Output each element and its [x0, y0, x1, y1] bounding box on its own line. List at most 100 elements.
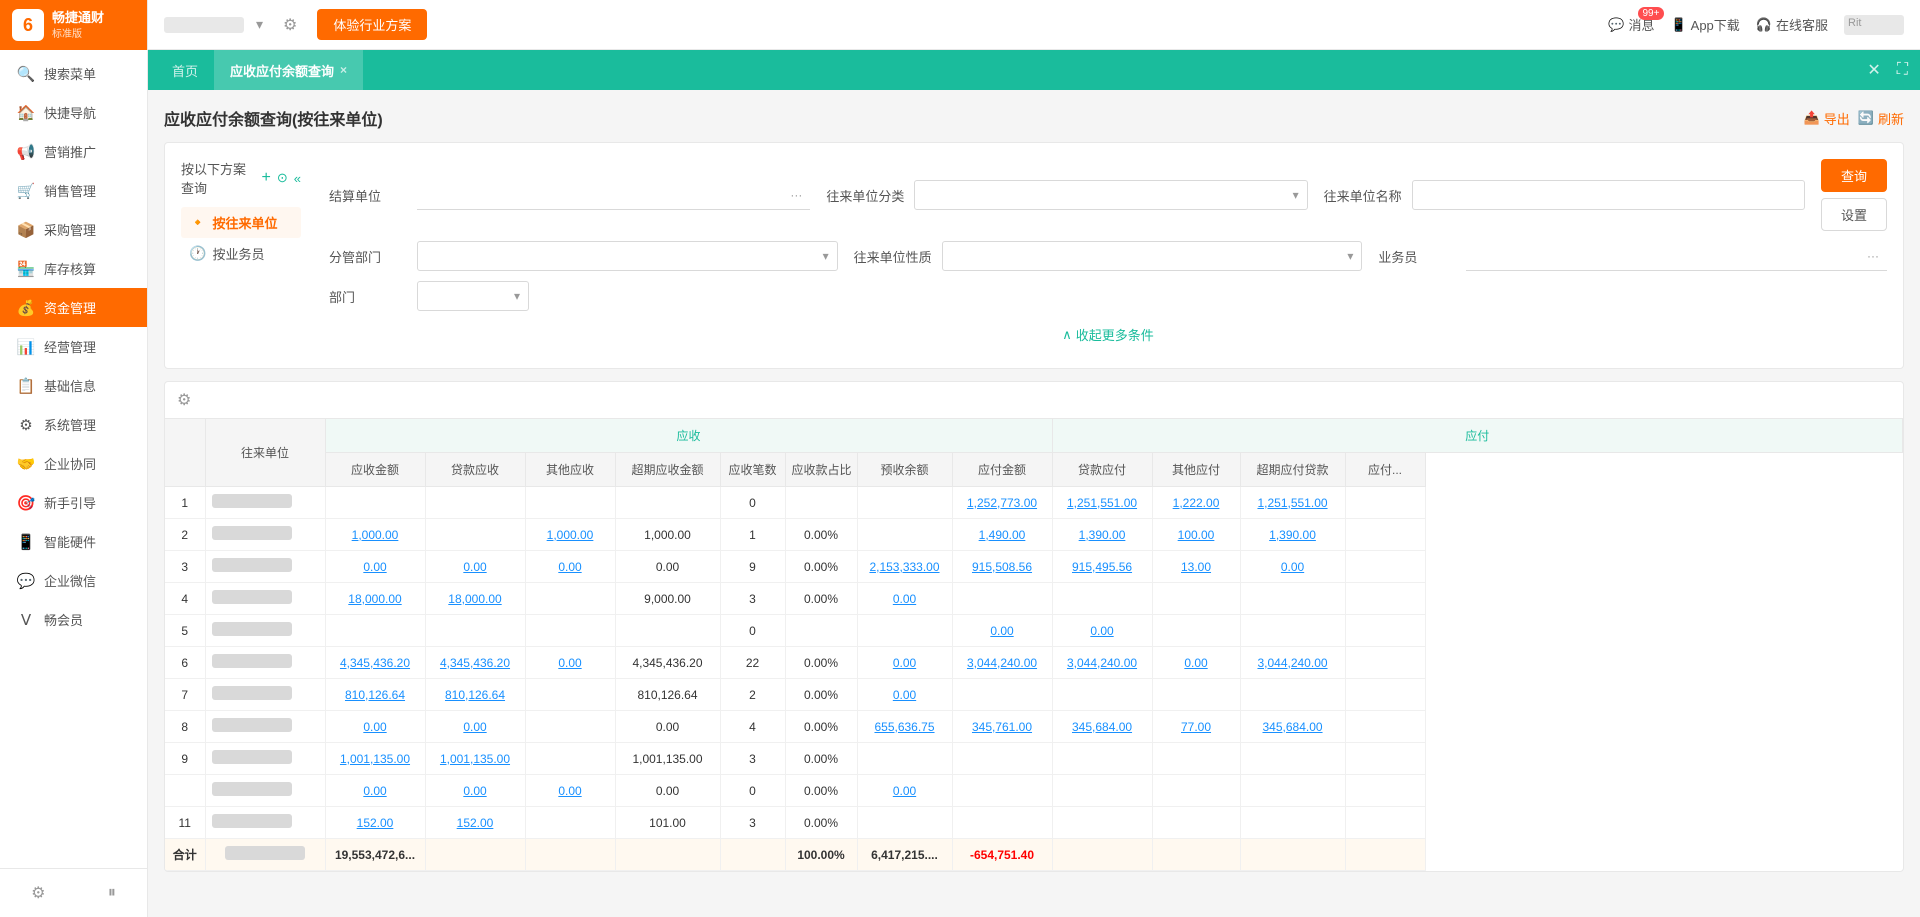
filter-settlement-input[interactable]: ···: [417, 180, 810, 210]
filter-nav-item-salesman[interactable]: 🕐 按业务员: [181, 238, 301, 269]
table-cell[interactable]: 345,684.00: [1240, 711, 1345, 743]
table-cell[interactable]: 0.00: [857, 679, 952, 711]
table-cell[interactable]: 0.00: [1240, 551, 1345, 583]
table-cell[interactable]: 13.00: [1152, 551, 1240, 583]
table-cell[interactable]: 915,508.56: [952, 551, 1052, 583]
table-cell[interactable]: 0.00: [857, 647, 952, 679]
header-dropdown-arrow[interactable]: ▾: [256, 16, 263, 33]
filter-nav-item-unit[interactable]: 🔸 按往来单位: [181, 207, 301, 238]
table-cell[interactable]: 77.00: [1152, 711, 1240, 743]
table-cell[interactable]: 0.00: [325, 775, 425, 807]
tab-close-all-icon[interactable]: ✕: [1863, 56, 1884, 84]
online-service-btn[interactable]: 🎧 在线客服: [1756, 15, 1828, 34]
table-cell[interactable]: 1,251,551.00: [1240, 487, 1345, 519]
message-btn[interactable]: 💬 消息 99+: [1608, 15, 1654, 34]
filter-collapse-btn[interactable]: ∧ 收起更多条件: [329, 317, 1887, 352]
table-settings-icon[interactable]: ⚙: [177, 390, 191, 410]
tab-close-btn[interactable]: ×: [340, 63, 347, 77]
table-cell[interactable]: 0.00: [425, 775, 525, 807]
table-cell[interactable]: 0.00: [952, 615, 1052, 647]
table-cell[interactable]: 1,222.00: [1152, 487, 1240, 519]
table-cell[interactable]: 4,345,436.20: [325, 647, 425, 679]
sidebar-item-基础信息[interactable]: 📋基础信息: [0, 366, 147, 405]
filter-department-select[interactable]: ▾: [417, 281, 529, 311]
table-cell[interactable]: 1,390.00: [1052, 519, 1152, 551]
sidebar-item-企业微信[interactable]: 💬企业微信: [0, 561, 147, 600]
sidebar-item-畅会员[interactable]: Ⅴ畅会员: [0, 600, 147, 639]
table-cell[interactable]: 0.00: [1152, 647, 1240, 679]
table-cell[interactable]: 0.00: [1052, 615, 1152, 647]
setting-button[interactable]: 设置: [1821, 198, 1887, 231]
table-cell[interactable]: 915,495.56: [1052, 551, 1152, 583]
sidebar-item-资金管理[interactable]: 💰资金管理: [0, 288, 147, 327]
table-cell[interactable]: 655,636.75: [857, 711, 952, 743]
filter-nature-select[interactable]: ▾: [942, 241, 1363, 271]
table-cell[interactable]: 345,761.00: [952, 711, 1052, 743]
filter-category-select[interactable]: ▾: [914, 180, 1307, 210]
export-button[interactable]: 📤导出: [1804, 109, 1850, 128]
table-row: 0.000.000.000.0000.00%0.00: [165, 775, 1903, 807]
table-cell[interactable]: 18,000.00: [325, 583, 425, 615]
header-gear-icon[interactable]: ⚙: [275, 11, 305, 39]
user-avatar[interactable]: Rit: [1844, 15, 1904, 35]
table-cell[interactable]: 4,345,436.20: [425, 647, 525, 679]
sidebar-collapse-btn[interactable]: ⏸: [96, 878, 128, 908]
sidebar-item-企业协同[interactable]: 🤝企业协同: [0, 444, 147, 483]
tab-fullscreen-icon[interactable]: ⛶: [1893, 57, 1912, 83]
table-cell[interactable]: 0.00: [425, 711, 525, 743]
table-cell[interactable]: 3,044,240.00: [1052, 647, 1152, 679]
sidebar-item-经营管理[interactable]: 📊经营管理: [0, 327, 147, 366]
app-download-btn[interactable]: 📱 App下载: [1670, 15, 1739, 34]
table-cell[interactable]: 0.00: [525, 775, 615, 807]
tab-应收应付余额查询[interactable]: 应收应付余额查询×: [214, 50, 363, 90]
sidebar-item-搜索菜单[interactable]: 🔍搜索菜单: [0, 54, 147, 93]
table-cell[interactable]: 810,126.64: [425, 679, 525, 711]
table-cell[interactable]: 152.00: [425, 807, 525, 839]
table-cell: [525, 583, 615, 615]
sidebar-item-营销推广[interactable]: 📢营销推广: [0, 132, 147, 171]
sidebar-item-系统管理[interactable]: ⚙系统管理: [0, 405, 147, 444]
table-scroll[interactable]: 往来单位 应收 应付 应收金额 贷款应收 其他应收 超期应收金额 应收笔数 应收…: [165, 419, 1903, 871]
filter-collapse-nav[interactable]: «: [294, 171, 301, 186]
trial-button[interactable]: 体验行业方案: [317, 9, 427, 40]
table-cell[interactable]: 0.00: [325, 551, 425, 583]
table-cell[interactable]: 0.00: [325, 711, 425, 743]
table-cell[interactable]: 152.00: [325, 807, 425, 839]
sidebar-item-采购管理[interactable]: 📦采购管理: [0, 210, 147, 249]
query-button[interactable]: 查询: [1821, 159, 1887, 192]
table-cell[interactable]: 1,252,773.00: [952, 487, 1052, 519]
table-cell: [205, 647, 325, 679]
table-cell[interactable]: 0.00: [857, 775, 952, 807]
sidebar-item-销售管理[interactable]: 🛒销售管理: [0, 171, 147, 210]
sidebar-item-库存核算[interactable]: 🏪库存核算: [0, 249, 147, 288]
table-cell[interactable]: 345,684.00: [1052, 711, 1152, 743]
table-cell[interactable]: 1,490.00: [952, 519, 1052, 551]
table-cell[interactable]: 0.00: [857, 583, 952, 615]
table-cell[interactable]: 1,251,551.00: [1052, 487, 1152, 519]
tab-首页[interactable]: 首页: [156, 50, 214, 90]
sidebar-item-智能硬件[interactable]: 📱智能硬件: [0, 522, 147, 561]
table-cell[interactable]: 0.00: [525, 551, 615, 583]
table-cell[interactable]: 3,044,240.00: [952, 647, 1052, 679]
table-cell[interactable]: 1,001,135.00: [425, 743, 525, 775]
table-cell[interactable]: 3,044,240.00: [1240, 647, 1345, 679]
table-cell[interactable]: 2,153,333.00: [857, 551, 952, 583]
sidebar-item-快捷导航[interactable]: 🏠快捷导航: [0, 93, 147, 132]
table-cell[interactable]: 1,390.00: [1240, 519, 1345, 551]
filter-unitname-input[interactable]: [1412, 180, 1805, 210]
filter-salesman-input[interactable]: ···: [1466, 241, 1887, 271]
filter-dept-select[interactable]: ▾: [417, 241, 838, 271]
table-cell[interactable]: 100.00: [1152, 519, 1240, 551]
table-cell[interactable]: 1,000.00: [525, 519, 615, 551]
filter-add-btn[interactable]: +: [262, 169, 271, 187]
refresh-button[interactable]: 🔄刷新: [1858, 109, 1904, 128]
table-cell[interactable]: 1,001,135.00: [325, 743, 425, 775]
table-cell[interactable]: 0.00: [525, 647, 615, 679]
table-cell[interactable]: 18,000.00: [425, 583, 525, 615]
table-cell[interactable]: 810,126.64: [325, 679, 425, 711]
filter-target-btn[interactable]: ⊙: [277, 170, 288, 186]
table-cell[interactable]: 1,000.00: [325, 519, 425, 551]
table-cell[interactable]: 0.00: [425, 551, 525, 583]
sidebar-settings-btn[interactable]: ⚙: [19, 877, 57, 909]
sidebar-item-新手引导[interactable]: 🎯新手引导: [0, 483, 147, 522]
